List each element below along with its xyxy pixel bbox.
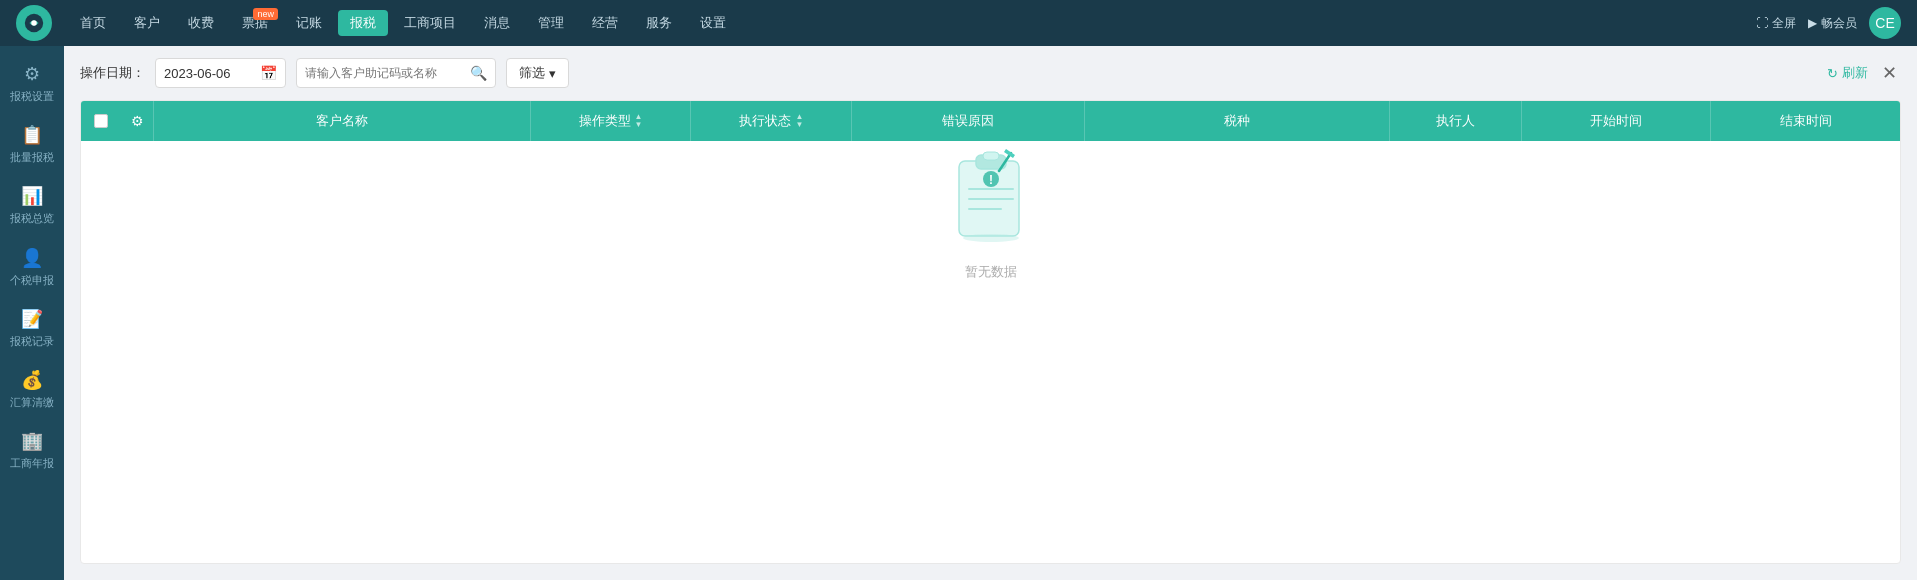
nav-item-工商项目[interactable]: 工商项目: [392, 10, 468, 36]
sidebar-icon-5: 💰: [20, 368, 44, 392]
header-checkbox[interactable]: [81, 114, 121, 128]
sidebar-label-4: 报税记录: [10, 335, 54, 348]
sidebar-label-5: 汇算清缴: [10, 396, 54, 409]
checkbox-inner[interactable]: [94, 114, 108, 128]
nav-item-首页[interactable]: 首页: [68, 10, 118, 36]
close-button[interactable]: ✕: [1878, 62, 1901, 84]
svg-point-13: [963, 234, 1019, 242]
top-nav: 首页客户收费票据new记账报税工商项目消息管理经营服务设置 ⛶ 全屏 ▶ 畅会员…: [0, 0, 1917, 46]
col-error: 错误原因: [851, 101, 1084, 141]
search-input[interactable]: [305, 66, 464, 80]
sidebar: ⚙ 报税设置 📋 批量报税 📊 报税总览 👤 个税申报 📝 报税记录 💰 汇算清…: [0, 46, 64, 580]
sidebar-icon-4: 📝: [20, 307, 44, 331]
search-button[interactable]: 🔍: [470, 65, 487, 81]
date-input-wrap: 📅: [155, 58, 286, 88]
refresh-button[interactable]: ↻ 刷新: [1827, 64, 1868, 82]
sidebar-icon-3: 👤: [20, 246, 44, 270]
sidebar-item-2[interactable]: 📊 报税总览: [3, 176, 61, 233]
sidebar-icon-2: 📊: [20, 184, 44, 208]
sidebar-icon-1: 📋: [20, 123, 44, 147]
member-button[interactable]: ▶ 畅会员: [1808, 15, 1857, 32]
filter-button[interactable]: 筛选 ▾: [506, 58, 569, 88]
table-area: ⚙ 客户名称 操作类型 ▲▼ 执行状态 ▲▼ 错误原因 税种: [80, 100, 1901, 564]
sidebar-label-6: 工商年报: [10, 457, 54, 470]
table-header: ⚙ 客户名称 操作类型 ▲▼ 执行状态 ▲▼ 错误原因 税种: [81, 101, 1900, 141]
nav-item-票据[interactable]: 票据new: [230, 10, 280, 36]
sort-optype-icon: ▲▼: [635, 113, 643, 129]
sidebar-item-1[interactable]: 📋 批量报税: [3, 115, 61, 172]
sidebar-label-2: 报税总览: [10, 212, 54, 225]
svg-rect-4: [983, 152, 999, 160]
table-scroll: ! 暂无数据: [81, 141, 1900, 563]
chevron-down-icon: ▾: [549, 66, 556, 81]
calendar-icon: 📅: [260, 65, 277, 81]
sidebar-item-4[interactable]: 📝 报税记录: [3, 299, 61, 356]
nav-item-记账[interactable]: 记账: [284, 10, 334, 36]
header-gear[interactable]: ⚙: [121, 113, 153, 129]
layout: ⚙ 报税设置 📋 批量报税 📊 报税总览 👤 个税申报 📝 报税记录 💰 汇算清…: [0, 46, 1917, 580]
main-content: 操作日期： 📅 🔍 筛选 ▾ ↻ 刷新 ✕: [64, 46, 1917, 580]
nav-item-报税[interactable]: 报税: [338, 10, 388, 36]
nav-badge: new: [253, 8, 278, 20]
sidebar-item-6[interactable]: 🏢 工商年报: [3, 421, 61, 478]
sort-execstatus-icon: ▲▼: [795, 113, 803, 129]
sidebar-icon-6: 🏢: [20, 429, 44, 453]
empty-text: 暂无数据: [965, 263, 1017, 281]
fullscreen-button[interactable]: ⛶ 全屏: [1756, 15, 1796, 32]
logo[interactable]: [16, 5, 52, 41]
refresh-icon: ↻: [1827, 66, 1838, 81]
date-label: 操作日期：: [80, 64, 145, 82]
col-customer: 客户名称: [153, 101, 530, 141]
sidebar-label-3: 个税申报: [10, 274, 54, 287]
nav-item-管理[interactable]: 管理: [526, 10, 576, 36]
col-executor: 执行人: [1389, 101, 1521, 141]
col-endtime: 结束时间: [1710, 101, 1900, 141]
nav-item-服务[interactable]: 服务: [634, 10, 684, 36]
svg-text:!: !: [989, 173, 993, 187]
sidebar-label-0: 报税设置: [10, 90, 54, 103]
col-optype: 操作类型 ▲▼: [530, 101, 691, 141]
search-wrap: 🔍: [296, 58, 496, 88]
nav-item-消息[interactable]: 消息: [472, 10, 522, 36]
sidebar-icon-0: ⚙: [20, 62, 44, 86]
nav-item-客户[interactable]: 客户: [122, 10, 172, 36]
nav-right: ⛶ 全屏 ▶ 畅会员 CE: [1756, 7, 1901, 39]
sidebar-item-0[interactable]: ⚙ 报税设置: [3, 54, 61, 111]
toolbar: 操作日期： 📅 🔍 筛选 ▾ ↻ 刷新 ✕: [64, 46, 1917, 100]
nav-menu: 首页客户收费票据new记账报税工商项目消息管理经营服务设置: [68, 10, 1756, 36]
nav-item-设置[interactable]: 设置: [688, 10, 738, 36]
nav-item-经营[interactable]: 经营: [580, 10, 630, 36]
date-input[interactable]: [164, 66, 254, 81]
col-execstatus: 执行状态 ▲▼: [690, 101, 851, 141]
fullscreen-icon: ⛶: [1756, 16, 1768, 30]
empty-state: ! 暂无数据: [81, 141, 1900, 281]
member-icon: ▶: [1808, 16, 1817, 30]
col-starttime: 开始时间: [1521, 101, 1711, 141]
empty-illustration: !: [941, 141, 1041, 251]
svg-point-1: [31, 20, 37, 26]
col-taxtype: 税种: [1084, 101, 1389, 141]
nav-item-收费[interactable]: 收费: [176, 10, 226, 36]
avatar[interactable]: CE: [1869, 7, 1901, 39]
sidebar-label-1: 批量报税: [10, 151, 54, 164]
sidebar-item-3[interactable]: 👤 个税申报: [3, 238, 61, 295]
sidebar-item-5[interactable]: 💰 汇算清缴: [3, 360, 61, 417]
